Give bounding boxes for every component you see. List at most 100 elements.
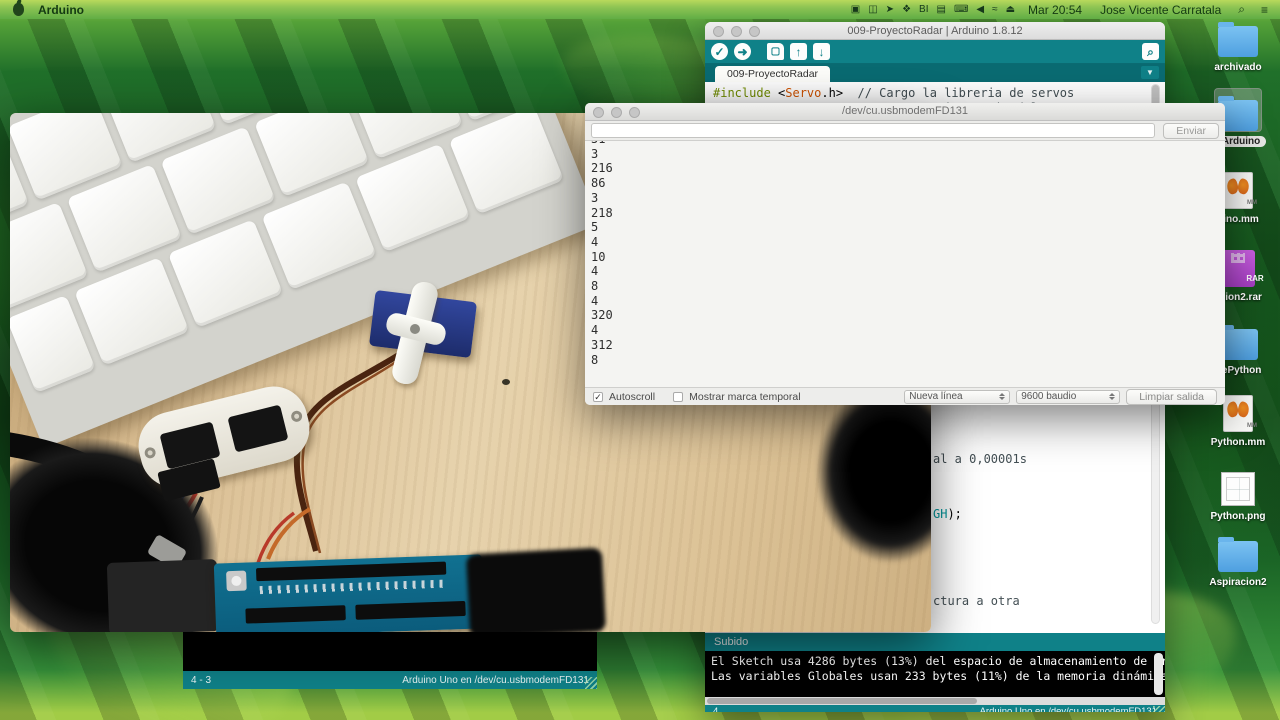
- ide-left-statusbar: 4 - 3 Arduino Uno en /dev/cu.usbmodemFD1…: [183, 671, 597, 689]
- serial-window-title: /dev/cu.usbmodemFD131: [842, 105, 968, 117]
- resize-grip[interactable]: [585, 677, 597, 689]
- ide-tabbar: 009-ProyectoRadar ▼: [705, 63, 1165, 82]
- upload-status-bar: Subido: [705, 633, 1165, 651]
- status-icon-2[interactable]: ➤: [886, 4, 894, 15]
- board-port-label: Arduino Uno en /dev/cu.usbmodemFD131: [979, 706, 1157, 712]
- desktop-icon-aspiracion2[interactable]: Aspiracion2: [1196, 537, 1280, 590]
- timestamp-checkbox[interactable]: [673, 391, 684, 402]
- menubar-clock[interactable]: Mar 20:54: [1028, 3, 1082, 17]
- icon-label: archivado: [1214, 62, 1262, 73]
- autoscroll-checkbox[interactable]: ✓: [593, 391, 603, 402]
- window-title: 009-ProyectoRadar | Arduino 1.8.12: [847, 25, 1023, 37]
- console-hscrollbar[interactable]: [705, 697, 1165, 705]
- close-button[interactable]: [593, 107, 604, 118]
- status-icon-3[interactable]: ❖: [902, 4, 911, 15]
- send-button[interactable]: Enviar: [1163, 122, 1219, 139]
- menubar-user-name[interactable]: Jose Vicente Carratala: [1100, 3, 1221, 17]
- serial-line: 51: [591, 141, 1225, 147]
- status-icon-7[interactable]: ◀: [976, 4, 984, 15]
- arduino-board: [213, 554, 485, 632]
- speck: [502, 379, 510, 385]
- upload-button[interactable]: ➜: [734, 43, 751, 60]
- ide-titlebar[interactable]: 009-ProyectoRadar | Arduino 1.8.12: [705, 22, 1165, 40]
- code-fragment-2: GH);: [933, 507, 962, 521]
- rar-file-icon: RAR: [1221, 250, 1264, 287]
- desktop-icon-python-png[interactable]: Python.png: [1196, 470, 1280, 524]
- icon-label: Aspiracion2: [1209, 577, 1267, 588]
- clear-output-button[interactable]: Limpiar salida: [1126, 388, 1217, 405]
- status-icon-4[interactable]: BI: [919, 4, 928, 15]
- shadow-object: [465, 547, 607, 632]
- cursor-position: 4: [713, 706, 719, 712]
- reset-button: [226, 570, 247, 592]
- status-icon-5[interactable]: ▤: [936, 4, 945, 15]
- folder-icon: [1218, 537, 1258, 572]
- notification-center-icon[interactable]: ≡: [1261, 3, 1268, 17]
- select-arrows-icon: [999, 393, 1006, 400]
- menubar-app-name[interactable]: Arduino: [38, 3, 84, 17]
- line-ending-select[interactable]: Nueva línea: [904, 389, 1011, 404]
- dark-object: [816, 381, 931, 563]
- menubar-status-icons: ▣ ◫ ➤ ❖ BI ▤ ⌨ ◀ ≈ ⏏: [847, 4, 1019, 15]
- ide-right-statusbar: 4 Arduino Uno en /dev/cu.usbmodemFD131: [705, 705, 1165, 712]
- apple-menu-icon[interactable]: [13, 3, 24, 16]
- serial-monitor-window: /dev/cu.usbmodemFD131 Enviar 51321686321…: [585, 103, 1225, 405]
- serial-line: 8: [591, 352, 599, 367]
- resize-grip[interactable]: [1153, 706, 1165, 712]
- menubar: Arduino ▣ ◫ ➤ ❖ BI ▤ ⌨ ◀ ≈ ⏏ Mar 20:54 Jose Vicen…: [0, 0, 1280, 19]
- cursor-position: 4 - 3: [191, 675, 212, 686]
- serial-line: 4: [591, 234, 599, 249]
- serial-line: 216: [591, 161, 613, 176]
- icon-label: Python.png: [1210, 511, 1266, 522]
- desktop: Arduino ▣ ◫ ➤ ❖ BI ▤ ⌨ ◀ ≈ ⏏ Mar 20:54 Jose Vicen…: [0, 0, 1280, 720]
- verify-button[interactable]: ✓: [711, 43, 728, 60]
- save-sketch-button[interactable]: ↓: [813, 43, 830, 60]
- zoom-button[interactable]: [629, 107, 640, 118]
- window-controls[interactable]: [713, 26, 760, 37]
- icon-label: Python.mm: [1210, 437, 1266, 448]
- serial-output: 513216863218541048432043128: [591, 141, 1225, 367]
- usb-port-shadow: [106, 559, 220, 632]
- serial-line: 3: [591, 190, 599, 205]
- mindmap-file-icon: MM: [1223, 172, 1257, 209]
- board-port-label: Arduino Uno en /dev/cu.usbmodemFD131: [402, 675, 589, 686]
- baud-rate-select[interactable]: 9600 baudio: [1016, 389, 1121, 404]
- desktop-icon-archivado[interactable]: archivado: [1196, 22, 1280, 75]
- ide-toolbar: ✓ ➜ ▢ ↑ ↓ ⌕: [705, 40, 1165, 63]
- serial-line: 312: [591, 337, 613, 352]
- code-fragment-3: ctura a otra: [933, 594, 1020, 608]
- sketch-tab[interactable]: 009-ProyectoRadar: [715, 66, 831, 82]
- serial-line: 5: [591, 220, 599, 235]
- image-file-icon: [1221, 472, 1255, 506]
- autoscroll-label: Autoscroll: [609, 390, 656, 403]
- code-line-1: #include <Servo.h> // Cargo la libreria …: [713, 86, 1075, 100]
- serial-output-wrap[interactable]: 513216863218541048432043128: [585, 140, 1225, 388]
- status-icon-1[interactable]: ◫: [868, 4, 877, 15]
- serial-line: 320: [591, 308, 613, 323]
- status-icon-0[interactable]: ▣: [851, 4, 860, 15]
- serial-titlebar[interactable]: /dev/cu.usbmodemFD131: [585, 103, 1225, 121]
- folder-icon: [1218, 22, 1258, 57]
- spotlight-search-icon[interactable]: ⌕: [1238, 2, 1245, 17]
- new-sketch-button[interactable]: ▢: [767, 43, 784, 60]
- console-line-2: Las variables Globales usan 233 bytes (1…: [711, 669, 1165, 683]
- status-icon-6[interactable]: ⌨: [954, 4, 968, 15]
- open-sketch-button[interactable]: ↑: [790, 43, 807, 60]
- serial-line: 4: [591, 323, 599, 338]
- serial-line: 3: [591, 146, 599, 161]
- status-icon-9[interactable]: ⏏: [1006, 4, 1015, 15]
- minimize-button[interactable]: [731, 26, 742, 37]
- window-controls[interactable]: [593, 107, 640, 118]
- serial-monitor-button[interactable]: ⌕: [1142, 43, 1159, 60]
- zoom-button[interactable]: [749, 26, 760, 37]
- status-icon-8[interactable]: ≈: [992, 4, 998, 15]
- serial-line: 8: [591, 279, 599, 294]
- serial-input[interactable]: [591, 123, 1156, 138]
- console-scrollbar[interactable]: [1154, 653, 1163, 695]
- mindmap-file-icon: MM: [1223, 395, 1257, 432]
- tab-menu-button[interactable]: ▼: [1141, 66, 1159, 79]
- close-button[interactable]: [713, 26, 724, 37]
- minimize-button[interactable]: [611, 107, 622, 118]
- serial-line: 218: [591, 205, 613, 220]
- code-fragment-1: al a 0,00001s: [933, 452, 1027, 466]
